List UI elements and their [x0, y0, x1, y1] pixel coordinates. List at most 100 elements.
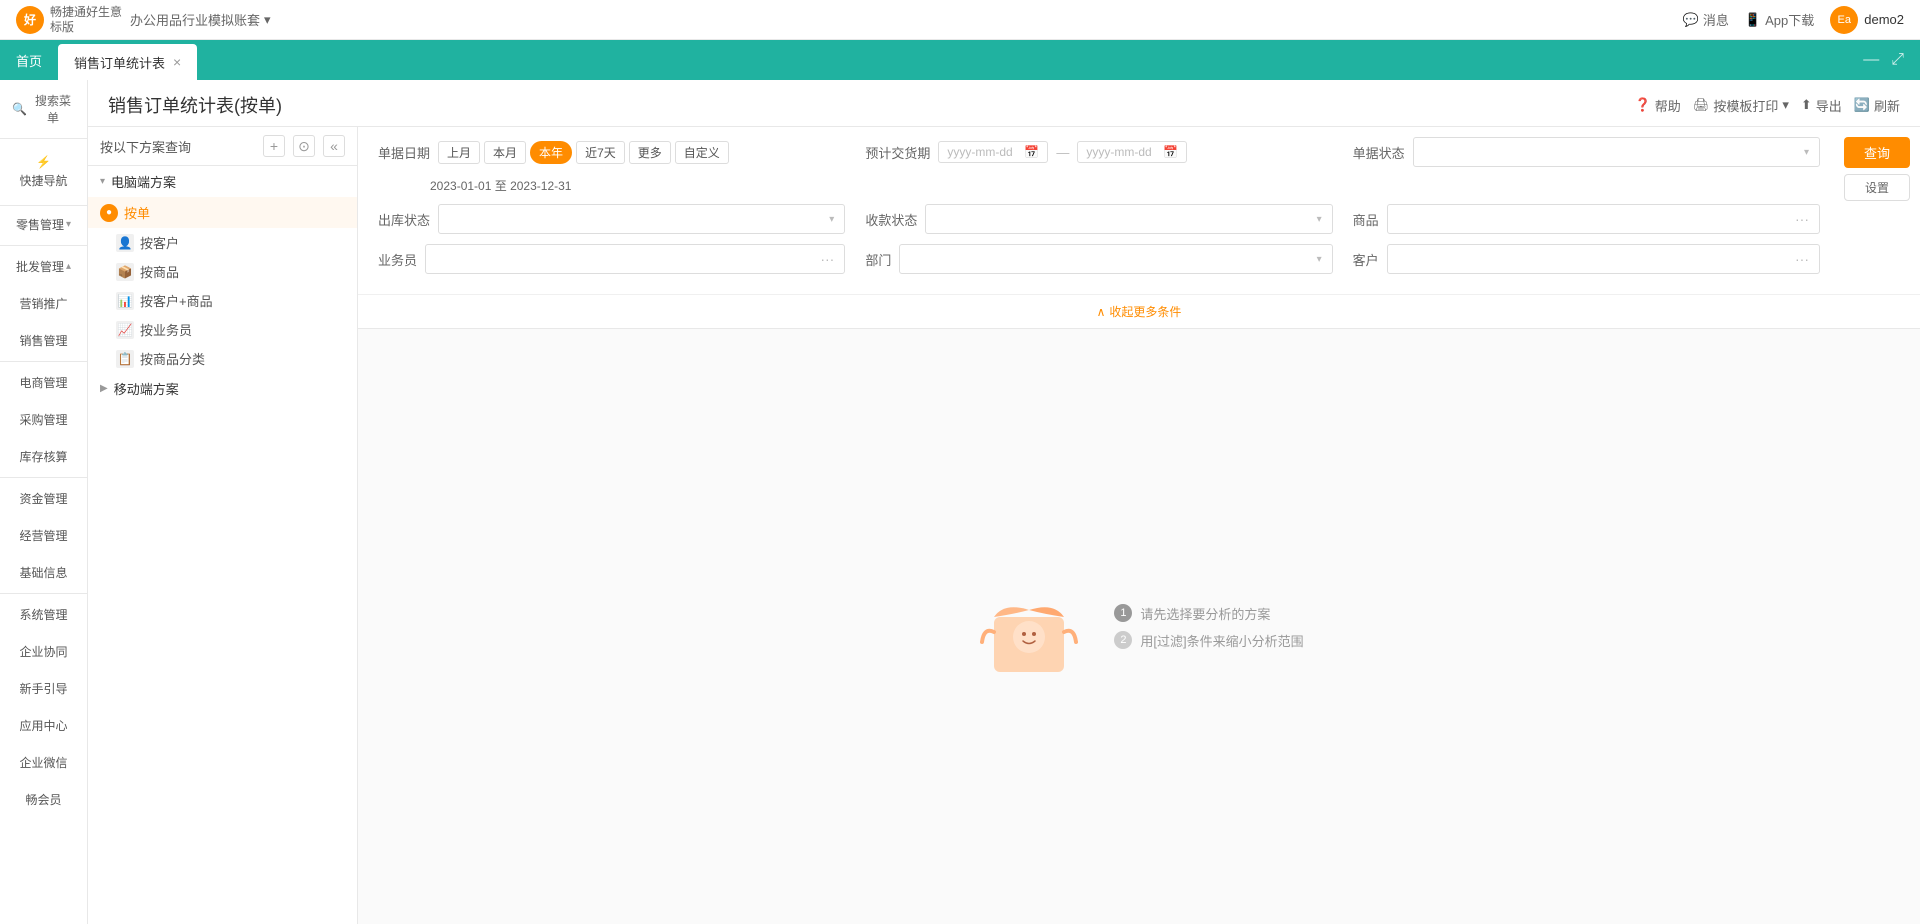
bill-status-arrow: ▾: [1804, 147, 1809, 158]
tab-active[interactable]: 销售订单统计表 ×: [58, 44, 197, 80]
tab-home[interactable]: 首页: [0, 40, 58, 80]
customer-input[interactable]: ···: [1387, 244, 1820, 274]
out-status-select[interactable]: ▾: [438, 204, 845, 234]
more-date-btn[interactable]: 更多: [629, 141, 671, 164]
search-menu-button[interactable]: 🔍 搜索菜单: [8, 88, 79, 130]
sidebar-item-retail[interactable]: 零售管理 ▾: [0, 206, 87, 243]
export-icon: ⬆: [1801, 97, 1812, 113]
left-panel-header: 按以下方案查询 + ⊙ «: [88, 127, 357, 166]
tree-item-by-goods[interactable]: 📦 按商品: [88, 257, 357, 286]
goods-more-icon[interactable]: ···: [1795, 211, 1809, 227]
active-dot: ●: [100, 204, 118, 222]
dept-select[interactable]: ▾: [899, 244, 1332, 274]
sidebar-item-wholesale[interactable]: 批发管理 ▴: [0, 248, 87, 285]
tree-group-desktop: ▾ 电脑端方案: [88, 166, 357, 197]
app-download-button[interactable]: 📱 App下载: [1745, 10, 1814, 29]
empty-illustration: [974, 572, 1084, 682]
refresh-button[interactable]: 🔄 刷新: [1854, 96, 1900, 115]
print-button[interactable]: 🖨 按模板打印 ▾: [1693, 96, 1789, 115]
tree-item-by-goods-category[interactable]: 📋 按商品分类: [88, 344, 357, 373]
setting-button[interactable]: 设置: [1844, 174, 1910, 201]
settings-scheme-button[interactable]: ⊙: [293, 135, 315, 157]
delivery-date-end[interactable]: yyyy-mm-dd 📅: [1077, 141, 1187, 163]
dept-filter: 部门 ▾: [865, 244, 1332, 274]
sidebar-item-purchase[interactable]: 采购管理: [0, 401, 87, 438]
sidebar-item-appcenter[interactable]: 应用中心: [0, 707, 87, 744]
sidebar-item-member[interactable]: 畅会员: [0, 781, 87, 818]
salesperson-icon: 📈: [116, 321, 134, 339]
avatar: Ea: [1830, 6, 1858, 34]
collapse-icon: ∧: [1097, 305, 1106, 319]
sidebar-item-newuser[interactable]: 新手引导: [0, 670, 87, 707]
tab-close-button[interactable]: ×: [173, 54, 181, 70]
user-info[interactable]: Ea demo2: [1830, 6, 1904, 34]
this-month-btn[interactable]: 本月: [484, 141, 526, 164]
tree-expand-mobile-icon[interactable]: ▶: [100, 383, 108, 394]
date-quick-group: 上月 本月 本年 近7天 更多 自定义: [438, 141, 729, 164]
query-button[interactable]: 查询: [1844, 137, 1910, 168]
add-scheme-button[interactable]: +: [263, 135, 285, 157]
refresh-icon: 🔄: [1854, 97, 1870, 113]
calendar-start-icon: 📅: [1024, 145, 1039, 159]
sidebar-item-wechat[interactable]: 企业微信: [0, 744, 87, 781]
message-icon: 💬: [1683, 12, 1699, 28]
filter-right-panel: 单据日期 上月 本月 本年 近7天 更多 自定义 预计交货期: [358, 127, 1920, 924]
topbar: 好 畅捷通好生意 标版 办公用品行业模拟账套 ▾ 💬 消息 📱 App下载 Ea…: [0, 0, 1920, 40]
right-actions: 查询 设置: [1844, 137, 1910, 201]
collapse-panel-button[interactable]: «: [323, 135, 345, 157]
bill-status-select[interactable]: ▾: [1413, 137, 1820, 167]
tree-item-by-customer[interactable]: 👤 按客户: [88, 228, 357, 257]
sidebar-item-system[interactable]: 系统管理: [0, 596, 87, 633]
tabbar: 首页 销售订单统计表 × — ⤢: [0, 40, 1920, 80]
sidebar-quick-nav: ⚡ 快捷导航: [0, 139, 87, 206]
customer-more-icon[interactable]: ···: [1795, 251, 1809, 267]
last-month-btn[interactable]: 上月: [438, 141, 480, 164]
page-actions: ❓ 帮助 🖨 按模板打印 ▾ ⬆ 导出 🔄 刷新: [1635, 96, 1900, 115]
salesperson-input[interactable]: ···: [425, 244, 845, 274]
sidebar-item-inventory[interactable]: 库存核算: [0, 438, 87, 475]
message-button[interactable]: 💬 消息: [1683, 10, 1729, 29]
cust-goods-icon: 📊: [116, 292, 134, 310]
tree-item-by-salesperson[interactable]: 📈 按业务员: [88, 315, 357, 344]
goods-input[interactable]: ···: [1387, 204, 1820, 234]
receipt-status-select[interactable]: ▾: [925, 204, 1332, 234]
tree-item-by-customer-goods[interactable]: 📊 按客户+商品: [88, 286, 357, 315]
delivery-date-start[interactable]: yyyy-mm-dd 📅: [938, 141, 1048, 163]
empty-content: 1 请先选择要分析的方案 2 用[过滤]条件来缩小分析范围: [974, 572, 1303, 682]
sidebar-item-business[interactable]: 经营管理: [0, 517, 87, 554]
bill-status-label: 单据状态: [1353, 143, 1405, 162]
sidebar-item-enterprise[interactable]: 企业协同: [0, 633, 87, 670]
filter-row-2: 出库状态 ▾ 收款状态 ▾: [378, 204, 1820, 234]
print-icon: 🖨: [1693, 97, 1710, 113]
left-panel: 按以下方案查询 + ⊙ « ▾ 电脑端方案 ● 按单: [88, 127, 358, 924]
tree-group-label: 电脑端方案: [111, 172, 176, 191]
export-button[interactable]: ⬆ 导出: [1801, 96, 1842, 115]
last7days-btn[interactable]: 近7天: [576, 141, 625, 164]
empty-text: 1 请先选择要分析的方案 2 用[过滤]条件来缩小分析范围: [1114, 604, 1303, 650]
minimize-button[interactable]: —: [1863, 51, 1879, 69]
receipt-status-filter: 收款状态 ▾: [865, 204, 1332, 234]
tree-item-by-order[interactable]: ● 按单: [88, 197, 357, 228]
date-filter-item: 单据日期 上月 本月 本年 近7天 更多 自定义: [378, 141, 845, 164]
tree-group-mobile: ▶ 移动端方案: [88, 373, 357, 404]
hint-num-2: 2: [1114, 631, 1132, 649]
maximize-button[interactable]: ⤢: [1891, 51, 1904, 69]
date-label: 单据日期: [378, 143, 430, 162]
calendar-end-icon: 📅: [1163, 145, 1178, 159]
this-year-btn[interactable]: 本年: [530, 141, 572, 164]
collapse-bar[interactable]: ∧ 收起更多条件: [358, 295, 1920, 329]
sidebar-item-quick-nav[interactable]: ⚡ 快捷导航: [0, 145, 87, 199]
sidebar-item-finance[interactable]: 资金管理: [0, 480, 87, 517]
download-icon: 📱: [1745, 12, 1761, 28]
sidebar-item-ecommerce[interactable]: 电商管理: [0, 364, 87, 401]
app-title-dropdown[interactable]: 办公用品行业模拟账套 ▾: [130, 10, 271, 29]
sidebar-item-marketing[interactable]: 营销推广: [0, 285, 87, 322]
out-status-arrow: ▾: [829, 214, 834, 225]
sidebar-item-basic[interactable]: 基础信息: [0, 554, 87, 591]
custom-date-btn[interactable]: 自定义: [675, 141, 729, 164]
help-button[interactable]: ❓ 帮助: [1635, 96, 1681, 115]
window-controls: — ⤢: [1847, 51, 1920, 69]
salesperson-more-icon[interactable]: ···: [820, 251, 834, 267]
tree-expand-icon[interactable]: ▾: [100, 176, 105, 187]
sidebar-item-sales[interactable]: 销售管理: [0, 322, 87, 359]
